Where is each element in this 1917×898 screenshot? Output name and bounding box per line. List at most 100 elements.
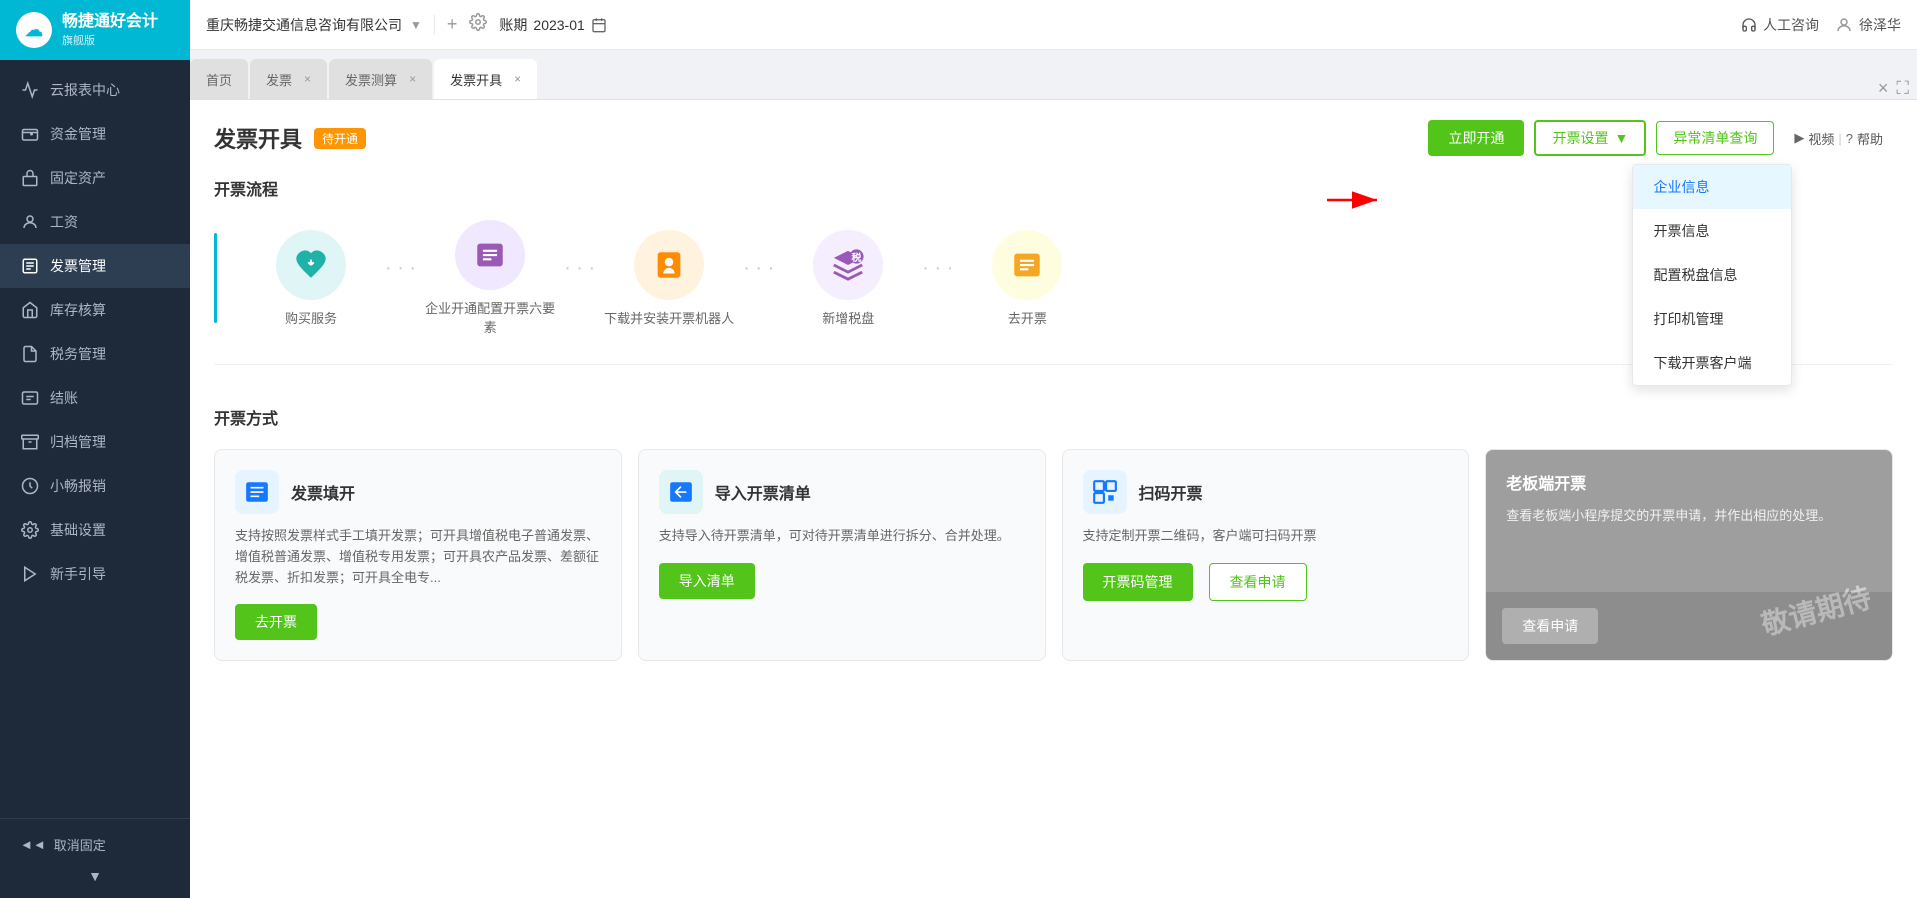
dropdown-tax-disk[interactable]: 配置税盘信息 xyxy=(1633,253,1791,297)
tab-invoice[interactable]: 发票 × xyxy=(250,59,327,99)
dropdown-company-info[interactable]: 企业信息 xyxy=(1633,165,1791,209)
top-right-actions: 人工咨询 徐泽华 xyxy=(1741,15,1901,35)
sidebar-label-invoice: 发票管理 xyxy=(50,256,106,276)
sidebar-item-guide[interactable]: 新手引导 xyxy=(0,552,190,596)
cloud-report-icon xyxy=(20,80,40,100)
method-section: 开票方式 发票填开 支持按照发票样式手工填开发票；可开具增值税电子普通发票、增值… xyxy=(190,385,1917,677)
content-area: 发票开具 待开通 立即开通 开票设置 ▼ 企业信息 xyxy=(190,100,1917,898)
tab-invoice-calc-label: 发票测算 xyxy=(345,70,397,89)
abnormal-list-btn[interactable]: 异常清单查询 xyxy=(1656,121,1774,155)
sidebar-item-cloud-report[interactable]: 云报表中心 xyxy=(0,68,190,112)
flow-step-1-label: 购买服务 xyxy=(285,308,337,327)
method-boss-desc: 查看老板端小程序提交的开票申请，并作出相应的处理。 xyxy=(1506,506,1872,527)
sidebar-item-settings[interactable]: 基础设置 xyxy=(0,508,190,552)
method-boss-title: 老板端开票 xyxy=(1506,470,1586,494)
logo-icon: ☁ xyxy=(16,12,52,48)
sidebar-item-fund[interactable]: 资金管理 xyxy=(0,112,190,156)
method-card-import: 导入开票清单 支持导入待开票清单，可对待开票清单进行拆分、合并处理。 导入清单 xyxy=(638,449,1046,661)
method-scan-qr-btn[interactable]: 开票码管理 xyxy=(1083,563,1193,601)
sidebar-label-payroll: 工资 xyxy=(50,212,78,232)
method-import-btn[interactable]: 导入清单 xyxy=(659,563,755,599)
method-import-icon xyxy=(659,470,703,514)
logo-subtitle: 旗舰版 xyxy=(62,32,158,48)
add-company-btn[interactable]: + xyxy=(447,14,458,35)
method-scan-view-btn[interactable]: 查看申请 xyxy=(1209,563,1307,601)
sidebar-item-inventory[interactable]: 库存核算 xyxy=(0,288,190,332)
method-scan-btns: 开票码管理 查看申请 xyxy=(1083,563,1449,601)
tax-icon xyxy=(20,344,40,364)
flow-step-3-label: 下载并安装开票机器人 xyxy=(604,308,734,327)
method-boss-btn-area: 查看申请 xyxy=(1486,592,1892,660)
flow-left-bar xyxy=(214,233,217,323)
method-import-title: 导入开票清单 xyxy=(715,480,811,504)
page-status-badge: 待开通 xyxy=(314,128,366,149)
period-value: 2023-01 xyxy=(533,17,584,33)
flow-step-4: 税 新增税盘 xyxy=(778,230,918,327)
method-card-boss-header: 老板端开票 xyxy=(1506,470,1872,494)
sidebar-label-guide: 新手引导 xyxy=(50,564,106,584)
sidebar-label-inventory: 库存核算 xyxy=(50,300,106,320)
sidebar-item-invoice[interactable]: 发票管理 xyxy=(0,244,190,288)
sidebar-item-settle[interactable]: 结账 xyxy=(0,376,190,420)
settings-dropdown-chevron: ▼ xyxy=(1614,130,1628,146)
sidebar-item-tax[interactable]: 税务管理 xyxy=(0,332,190,376)
page-title-group: 发票开具 待开通 xyxy=(214,122,366,154)
scroll-down-arrow[interactable]: ▼ xyxy=(0,862,190,890)
video-help-area: ▶ 视频 | ? 帮助 xyxy=(1784,123,1893,154)
sidebar-label-fixed-assets: 固定资产 xyxy=(50,168,106,188)
flow-arrow-2: · · · xyxy=(564,257,595,280)
cancel-fixed-btn[interactable]: ◄◄ 取消固定 xyxy=(0,827,190,862)
company-name: 重庆畅捷交通信息咨询有限公司 xyxy=(206,15,402,35)
flow-step-4-icon: 税 xyxy=(813,230,883,300)
tab-home-label: 首页 xyxy=(206,70,232,89)
tab-invoice-tool[interactable]: 发票开具 × xyxy=(434,59,537,99)
flow-step-1-icon xyxy=(276,230,346,300)
tab-invoice-calc[interactable]: 发票测算 × xyxy=(329,59,432,99)
settings-gear-icon[interactable] xyxy=(469,13,487,36)
archive-icon xyxy=(20,432,40,452)
report-mini-icon xyxy=(20,476,40,496)
video-label[interactable]: 视频 xyxy=(1808,129,1834,148)
company-selector[interactable]: 重庆畅捷交通信息咨询有限公司 ▼ xyxy=(206,15,422,35)
dropdown-printer[interactable]: 打印机管理 xyxy=(1633,297,1791,341)
method-section-title: 开票方式 xyxy=(214,401,1893,429)
method-boss-view-btn[interactable]: 查看申请 xyxy=(1502,608,1598,644)
flow-step-2-icon xyxy=(455,220,525,290)
tab-invoice-close[interactable]: × xyxy=(304,72,311,86)
flow-step-2: 企业开通配置开票六要素 xyxy=(420,220,560,336)
tab-invoice-calc-close[interactable]: × xyxy=(409,72,416,86)
flow-arrow-3: · · · xyxy=(743,257,774,280)
period-display[interactable]: 账期 2023-01 xyxy=(499,15,606,35)
help-label[interactable]: 帮助 xyxy=(1857,129,1883,148)
sidebar-item-archive[interactable]: 归档管理 xyxy=(0,420,190,464)
tab-invoice-tool-close[interactable]: × xyxy=(514,72,521,86)
sidebar-label-fund: 资金管理 xyxy=(50,124,106,144)
calendar-icon xyxy=(591,17,607,33)
close-all-tabs-btn[interactable]: × xyxy=(1878,78,1889,99)
company-dropdown-arrow: ▼ xyxy=(410,18,422,32)
method-card-scan-header: 扫码开票 xyxy=(1083,470,1449,514)
tabs-bar: 首页 发票 × 发票测算 × 发票开具 × × ⛶ xyxy=(190,50,1917,100)
open-now-btn[interactable]: 立即开通 xyxy=(1428,120,1524,156)
top-divider-1 xyxy=(434,15,435,35)
cancel-fixed-icon: ◄◄ xyxy=(20,837,46,852)
maximize-btn[interactable]: ⛶ xyxy=(1896,78,1909,99)
sidebar: ☁ 畅捷通好会计 旗舰版 云报表中心 资金管理 固定资产 xyxy=(0,0,190,898)
sidebar-item-fixed-assets[interactable]: 固定资产 xyxy=(0,156,190,200)
method-manual-goto-btn[interactable]: 去开票 xyxy=(235,604,317,640)
sidebar-label-report-mini: 小畅报销 xyxy=(50,476,106,496)
settings-dropdown-menu: 企业信息 开票信息 配置税盘信息 打印机管理 下载开票客户端 xyxy=(1632,164,1792,386)
method-scan-icon xyxy=(1083,470,1127,514)
consultant-btn[interactable]: 人工咨询 xyxy=(1741,15,1819,35)
sidebar-item-payroll[interactable]: 工资 xyxy=(0,200,190,244)
invoice-settings-label: 开票设置 xyxy=(1552,128,1608,148)
tab-home[interactable]: 首页 xyxy=(190,59,248,99)
method-cards-grid: 发票填开 支持按照发票样式手工填开发票；可开具增值税电子普通发票、增值税普通发票… xyxy=(214,449,1893,661)
sidebar-item-report-mini[interactable]: 小畅报销 xyxy=(0,464,190,508)
user-btn[interactable]: 徐泽华 xyxy=(1835,15,1901,35)
dropdown-invoice-info[interactable]: 开票信息 xyxy=(1633,209,1791,253)
dropdown-download-client[interactable]: 下载开票客户端 xyxy=(1633,341,1791,385)
method-card-scan: 扫码开票 支持定制开票二维码，客户端可扫码开票 开票码管理 查看申请 xyxy=(1062,449,1470,661)
invoice-settings-btn[interactable]: 开票设置 ▼ xyxy=(1534,120,1646,156)
method-manual-desc: 支持按照发票样式手工填开发票；可开具增值税电子普通发票、增值税普通发票、增值税专… xyxy=(235,526,601,588)
